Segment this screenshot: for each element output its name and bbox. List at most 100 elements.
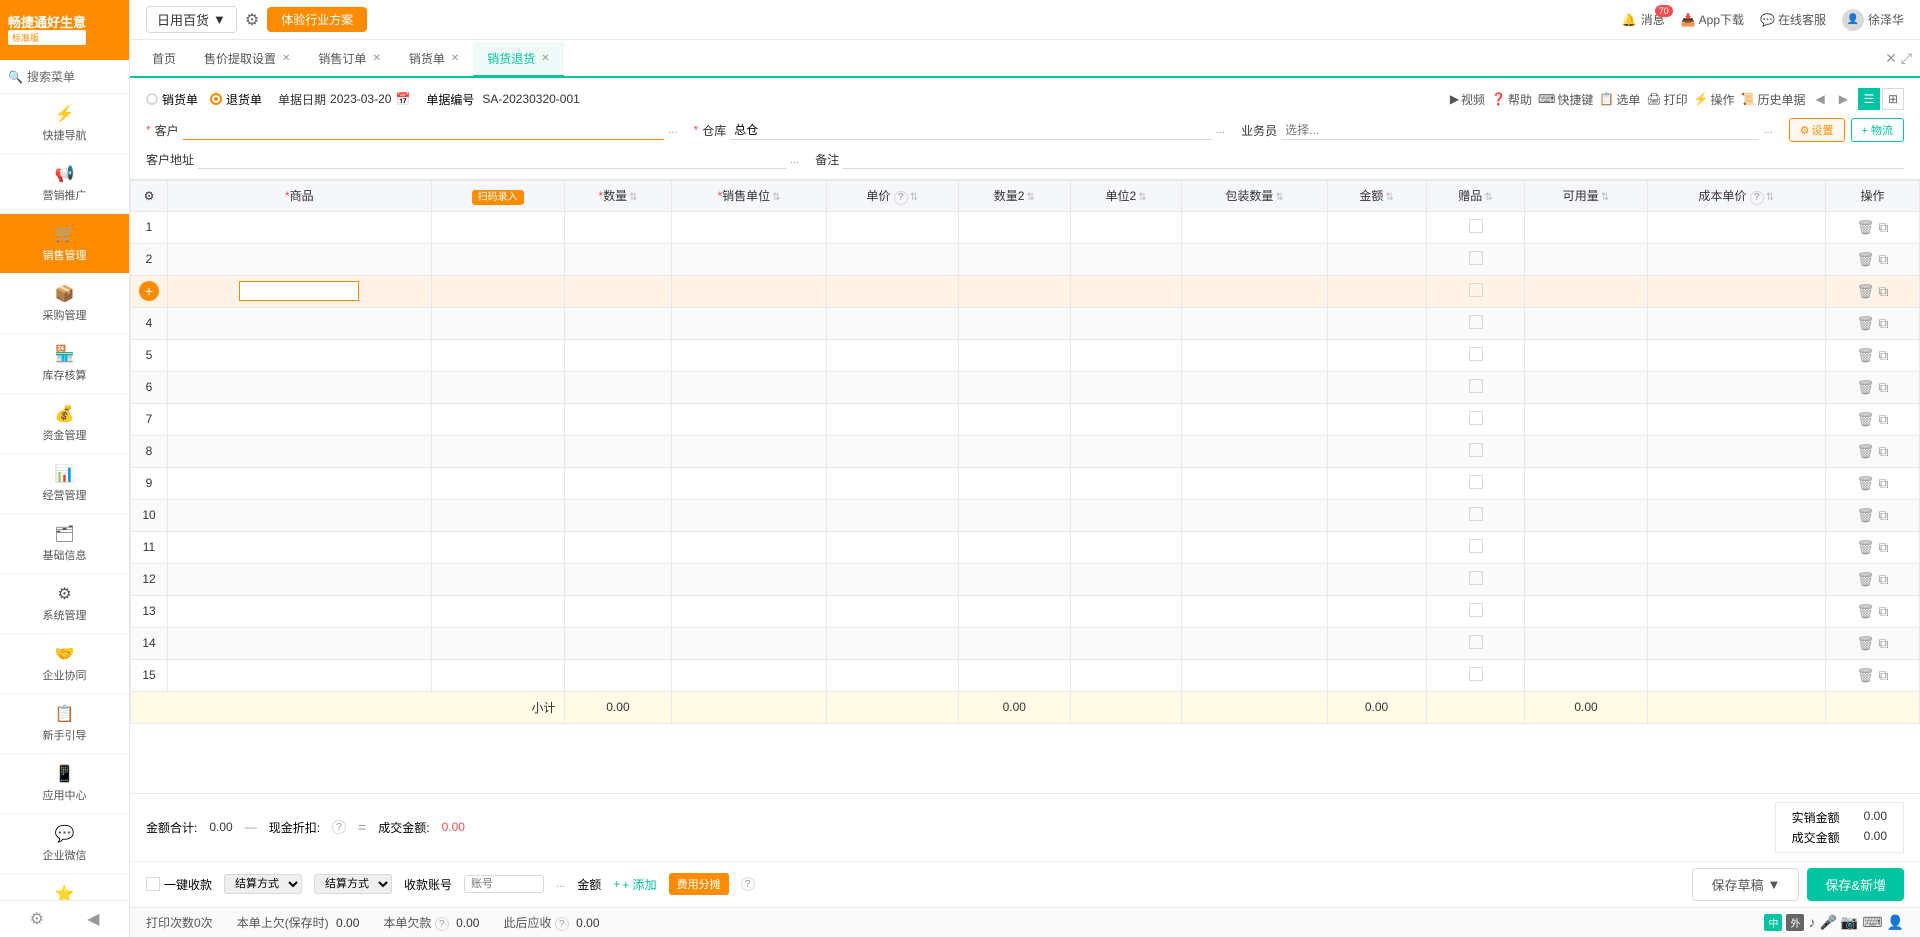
radio-shipping-label[interactable]: 销货单 — [146, 91, 198, 108]
product-cell-active[interactable] — [168, 275, 432, 307]
tab-sales-goods-close[interactable]: ✕ — [451, 53, 459, 64]
delete-row-icon[interactable]: 🗑 — [1857, 283, 1875, 300]
daily-goods-selector[interactable]: 日用百货 ▼ — [146, 6, 237, 33]
gift-checkbox[interactable] — [1469, 571, 1483, 585]
video-action[interactable]: ▶ 视频 — [1450, 91, 1485, 108]
delete-row-icon[interactable]: 🗑 — [1857, 635, 1875, 652]
online-service[interactable]: 💬 在线客服 — [1760, 11, 1826, 28]
one-click-collect-checkbox[interactable] — [146, 877, 160, 891]
delete-row-icon[interactable]: 🗑 — [1857, 219, 1875, 236]
calendar-icon[interactable]: 📅 — [395, 92, 410, 106]
operate-action[interactable]: ⚡ 操作 — [1694, 91, 1735, 108]
fee-split-help-icon[interactable]: ? — [741, 877, 755, 891]
fee-split-btn[interactable]: 费用分摊 — [669, 873, 729, 895]
sidebar-item-sales[interactable]: 🛒 销售管理 — [0, 214, 129, 274]
history-action[interactable]: 📜 历史单据 — [1741, 91, 1806, 108]
radio-return-label[interactable]: 退货单 — [210, 91, 262, 108]
delete-row-icon[interactable]: 🗑 — [1857, 347, 1875, 364]
account-input[interactable] — [464, 875, 544, 893]
unit2-cell[interactable] — [1070, 211, 1182, 243]
product-input[interactable] — [239, 281, 359, 301]
cost-unit-cell[interactable] — [1647, 275, 1826, 307]
tab-sales-goods[interactable]: 销货单 ✕ — [395, 42, 473, 77]
sales-unit-cell[interactable] — [672, 243, 826, 275]
remark-input[interactable] — [843, 150, 1904, 169]
tab-price-setting-close[interactable]: ✕ — [282, 53, 290, 64]
gift-checkbox[interactable] — [1469, 507, 1483, 521]
delete-row-icon[interactable]: 🗑 — [1857, 379, 1875, 396]
sidebar-item-enterprise[interactable]: 🤝 企业协同 — [0, 634, 129, 694]
product-cell[interactable] — [168, 211, 432, 243]
available-cell[interactable] — [1525, 211, 1647, 243]
help-action[interactable]: ❓ 帮助 — [1491, 91, 1532, 108]
add-cost-btn[interactable]: + + 添加 — [613, 876, 656, 893]
qty2-cell[interactable] — [958, 243, 1070, 275]
copy-row-icon[interactable]: ⧉ — [1878, 379, 1888, 396]
delete-row-icon[interactable]: 🗑 — [1857, 443, 1875, 460]
print-action[interactable]: 🖨 打印 — [1646, 91, 1687, 108]
qty-cell[interactable] — [564, 243, 672, 275]
available-cell[interactable] — [1525, 275, 1647, 307]
sidebar-collapse-btn[interactable]: ◀ — [87, 909, 99, 929]
gift-checkbox[interactable] — [1469, 219, 1483, 233]
copy-row-icon[interactable]: ⧉ — [1878, 539, 1888, 556]
gift-checkbox[interactable] — [1469, 539, 1483, 553]
sidebar-item-wechat[interactable]: 💬 企业微信 — [0, 814, 129, 874]
qty-cell[interactable] — [564, 275, 672, 307]
add-logistics-btn[interactable]: + 物流 — [1851, 118, 1904, 142]
sidebar-settings-btn[interactable]: ⚙ — [30, 909, 44, 929]
sidebar-item-appstore[interactable]: 📱 应用中心 — [0, 754, 129, 814]
pkg-qty-cell[interactable] — [1182, 243, 1327, 275]
gift-checkbox[interactable] — [1469, 475, 1483, 489]
product-cell[interactable] — [168, 243, 432, 275]
gift-checkbox[interactable] — [1469, 251, 1483, 265]
unit-price-cell[interactable] — [826, 243, 958, 275]
customer-input[interactable] — [183, 121, 665, 140]
user-setting-icon[interactable]: 👤 — [1887, 914, 1904, 931]
delete-row-icon[interactable]: 🗑 — [1857, 507, 1875, 524]
per-debit-help-icon[interactable]: ? — [435, 917, 449, 931]
sidebar-item-newbie[interactable]: 📋 新手引导 — [0, 694, 129, 754]
help-icon-discount[interactable]: ? — [332, 820, 346, 834]
copy-row-icon[interactable]: ⧉ — [1878, 507, 1888, 524]
calc-method-select[interactable]: 结算方式 — [314, 874, 392, 894]
sound-icon[interactable]: ♪ — [1808, 914, 1815, 930]
gift-checkbox-active[interactable] — [1469, 283, 1483, 297]
settings-toolbar-btn[interactable]: ⚙ 设置 — [1789, 118, 1845, 142]
delete-row-icon[interactable]: 🗑 — [1857, 251, 1875, 268]
gift-checkbox[interactable] — [1469, 379, 1483, 393]
tab-sales-order[interactable]: 销售订单 ✕ — [304, 42, 394, 77]
gift-cell[interactable] — [1426, 243, 1525, 275]
gift-checkbox[interactable] — [1469, 603, 1483, 617]
unit2-cell[interactable] — [1070, 275, 1182, 307]
copy-row-icon[interactable]: ⧉ — [1878, 571, 1888, 588]
amount-cell[interactable] — [1327, 243, 1426, 275]
cost-unit-cell[interactable] — [1647, 211, 1826, 243]
sidebar-item-member[interactable]: ⭐ 畅会员 — [0, 874, 129, 900]
delete-row-icon[interactable]: 🗑 — [1857, 571, 1875, 588]
mic-icon[interactable]: 🎤 — [1819, 914, 1836, 931]
sales-unit-cell[interactable] — [672, 275, 826, 307]
save-draft-btn[interactable]: 保存草稿 ▼ — [1692, 868, 1799, 901]
sidebar-item-system[interactable]: ⚙ 系统管理 — [0, 574, 129, 634]
gift-checkbox[interactable] — [1469, 411, 1483, 425]
warehouse-more-btn[interactable]: ... — [1216, 124, 1225, 136]
header-settings-icon[interactable]: ⚙ — [245, 10, 259, 30]
tab-sales-return[interactable]: 销货退货 ✕ — [473, 42, 563, 77]
col-settings-header[interactable]: ⚙ — [131, 181, 168, 212]
delete-row-icon[interactable]: 🗑 — [1857, 411, 1875, 428]
tab-sales-return-close[interactable]: ✕ — [541, 53, 549, 64]
copy-row-icon[interactable]: ⧉ — [1878, 635, 1888, 652]
salesperson-more-btn[interactable]: ... — [1763, 124, 1772, 136]
delete-row-icon[interactable]: 🗑 — [1857, 667, 1875, 684]
sidebar-item-shortcut[interactable]: ⚡ 快捷导航 — [0, 94, 129, 154]
sidebar-item-marketing[interactable]: 📢 营销推广 — [0, 154, 129, 214]
gift-checkbox[interactable] — [1469, 667, 1483, 681]
tab-expand-btn[interactable]: ⤢ — [1901, 50, 1912, 67]
gift-checkbox[interactable] — [1469, 315, 1483, 329]
tab-close-all-btn[interactable]: ✕ — [1885, 50, 1897, 67]
cost-unit-info-icon[interactable]: ? — [1750, 191, 1764, 205]
sidebar-item-basic[interactable]: 🗂 基础信息 — [0, 514, 129, 574]
warehouse-input[interactable] — [730, 121, 1212, 140]
copy-row-icon[interactable]: ⧉ — [1878, 219, 1888, 236]
